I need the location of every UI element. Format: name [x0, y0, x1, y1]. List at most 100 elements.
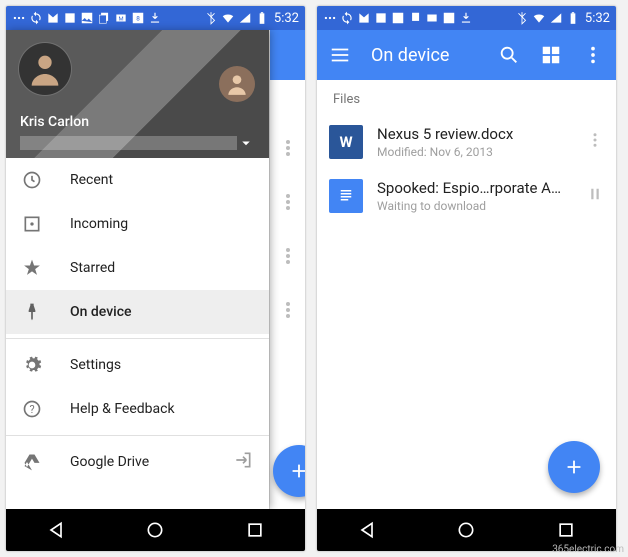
drawer-item-label: Settings [70, 357, 121, 373]
sync-icon [29, 11, 43, 25]
drawer-item-label: Google Drive [70, 454, 149, 470]
status-bar: 5:32 [317, 6, 616, 30]
incoming-icon [22, 214, 42, 234]
divider [6, 338, 269, 339]
drawer-item-settings[interactable]: Settings [6, 343, 269, 387]
help-icon: ? [22, 399, 42, 419]
section-header: Files [317, 80, 616, 115]
recents-icon[interactable] [245, 520, 265, 540]
wifi-icon [221, 11, 235, 25]
signal-icon [238, 11, 252, 25]
plus-icon [563, 456, 585, 478]
app-bar: On device [317, 30, 616, 80]
drawer-item-starred[interactable]: Starred [6, 246, 269, 290]
user-email [20, 136, 237, 150]
recents-icon[interactable] [556, 520, 576, 540]
status-notifications: M 8 [12, 11, 162, 25]
status-system: 5:32 [515, 11, 610, 26]
exit-icon [233, 450, 253, 474]
drawer-item-incoming[interactable]: Incoming [6, 202, 269, 246]
file-name: Spooked: Espio…rporate America [377, 179, 572, 197]
download-icon [148, 11, 162, 25]
battery-icon [566, 11, 580, 25]
avatar-secondary[interactable] [219, 66, 255, 102]
grid-view-icon[interactable] [540, 44, 562, 66]
file-row[interactable]: Spooked: Espio…rporate America Waiting t… [317, 169, 616, 223]
drive-icon [22, 452, 42, 472]
drawer-item-help[interactable]: ? Help & Feedback [6, 387, 269, 431]
gplus-icon: 8 [131, 11, 145, 25]
copy-icon [97, 11, 111, 25]
screenshot-right: 5:32 On device Files W Nexus 5 review.do… [317, 6, 616, 551]
signal-icon [549, 11, 563, 25]
fab-add[interactable] [548, 441, 600, 493]
screenshot-left: M 8 5:32 [6, 6, 305, 551]
overflow-icon[interactable] [582, 44, 604, 66]
caret-down-icon [237, 134, 255, 152]
android-nav-bar [6, 509, 305, 551]
svg-text:8: 8 [136, 14, 140, 22]
drawer-item-google-drive[interactable]: Google Drive [6, 440, 269, 484]
drawer-item-label: Help & Feedback [70, 401, 175, 417]
file-meta: Modified: Nov 6, 2013 [377, 145, 572, 159]
pause-icon [586, 185, 604, 203]
download-icon [459, 11, 473, 25]
app-icon [374, 11, 388, 25]
gear-icon [22, 355, 42, 375]
drawer-item-label: Recent [70, 172, 113, 188]
mail-icon [46, 11, 60, 25]
drawer-item-label: Incoming [70, 216, 128, 232]
status-time: 5:32 [585, 11, 610, 26]
page-title: On device [371, 45, 478, 66]
battery-icon [255, 11, 269, 25]
search-icon[interactable] [498, 44, 520, 66]
fab-add[interactable] [273, 445, 305, 497]
google-doc-icon [329, 179, 363, 213]
svg-text:?: ? [29, 403, 34, 416]
file-row[interactable]: W Nexus 5 review.docx Modified: Nov 6, 2… [317, 115, 616, 169]
file-pause[interactable] [586, 185, 604, 207]
back-icon[interactable] [357, 520, 377, 540]
nav-drawer: Kris Carlon Recent Incoming Starred On d… [6, 30, 269, 509]
gmail-icon [425, 11, 439, 25]
status-bar: M 8 5:32 [6, 6, 305, 30]
pin-icon [22, 302, 42, 322]
file-meta: Waiting to download [377, 199, 572, 213]
file-overflow[interactable] [586, 131, 604, 153]
drawer-item-label: Starred [70, 260, 115, 276]
account-switcher[interactable] [20, 134, 255, 152]
home-icon[interactable] [456, 520, 476, 540]
drawer-item-recent[interactable]: Recent [6, 158, 269, 202]
home-icon[interactable] [145, 520, 165, 540]
avatar-main[interactable] [18, 42, 72, 96]
divider [6, 435, 269, 436]
more-icon [323, 11, 337, 25]
overflow-icon [586, 131, 604, 149]
svg-text:M: M [118, 16, 123, 22]
file-name: Nexus 5 review.docx [377, 125, 572, 143]
fab-peek [269, 429, 305, 509]
drawer-item-on-device[interactable]: On device [6, 290, 269, 334]
app-icon [63, 11, 77, 25]
gmail-icon: M [114, 11, 128, 25]
plus-icon [288, 460, 305, 482]
image-icon [80, 11, 94, 25]
gplus-icon [442, 11, 456, 25]
user-name: Kris Carlon [20, 114, 89, 130]
back-icon[interactable] [46, 520, 66, 540]
status-time: 5:32 [274, 11, 299, 26]
mail-icon [357, 11, 371, 25]
clock-icon [22, 170, 42, 190]
wifi-icon [532, 11, 546, 25]
menu-icon[interactable] [329, 44, 351, 66]
status-notifications [323, 11, 473, 25]
sync-icon [340, 11, 354, 25]
bluetooth-icon [515, 11, 529, 25]
bluetooth-icon [204, 11, 218, 25]
star-icon [22, 258, 42, 278]
status-system: 5:32 [204, 11, 299, 26]
drawer-header[interactable]: Kris Carlon [6, 30, 269, 158]
image-icon [391, 11, 405, 25]
more-icon [12, 11, 26, 25]
drawer-list: Recent Incoming Starred On device Settin… [6, 158, 269, 509]
